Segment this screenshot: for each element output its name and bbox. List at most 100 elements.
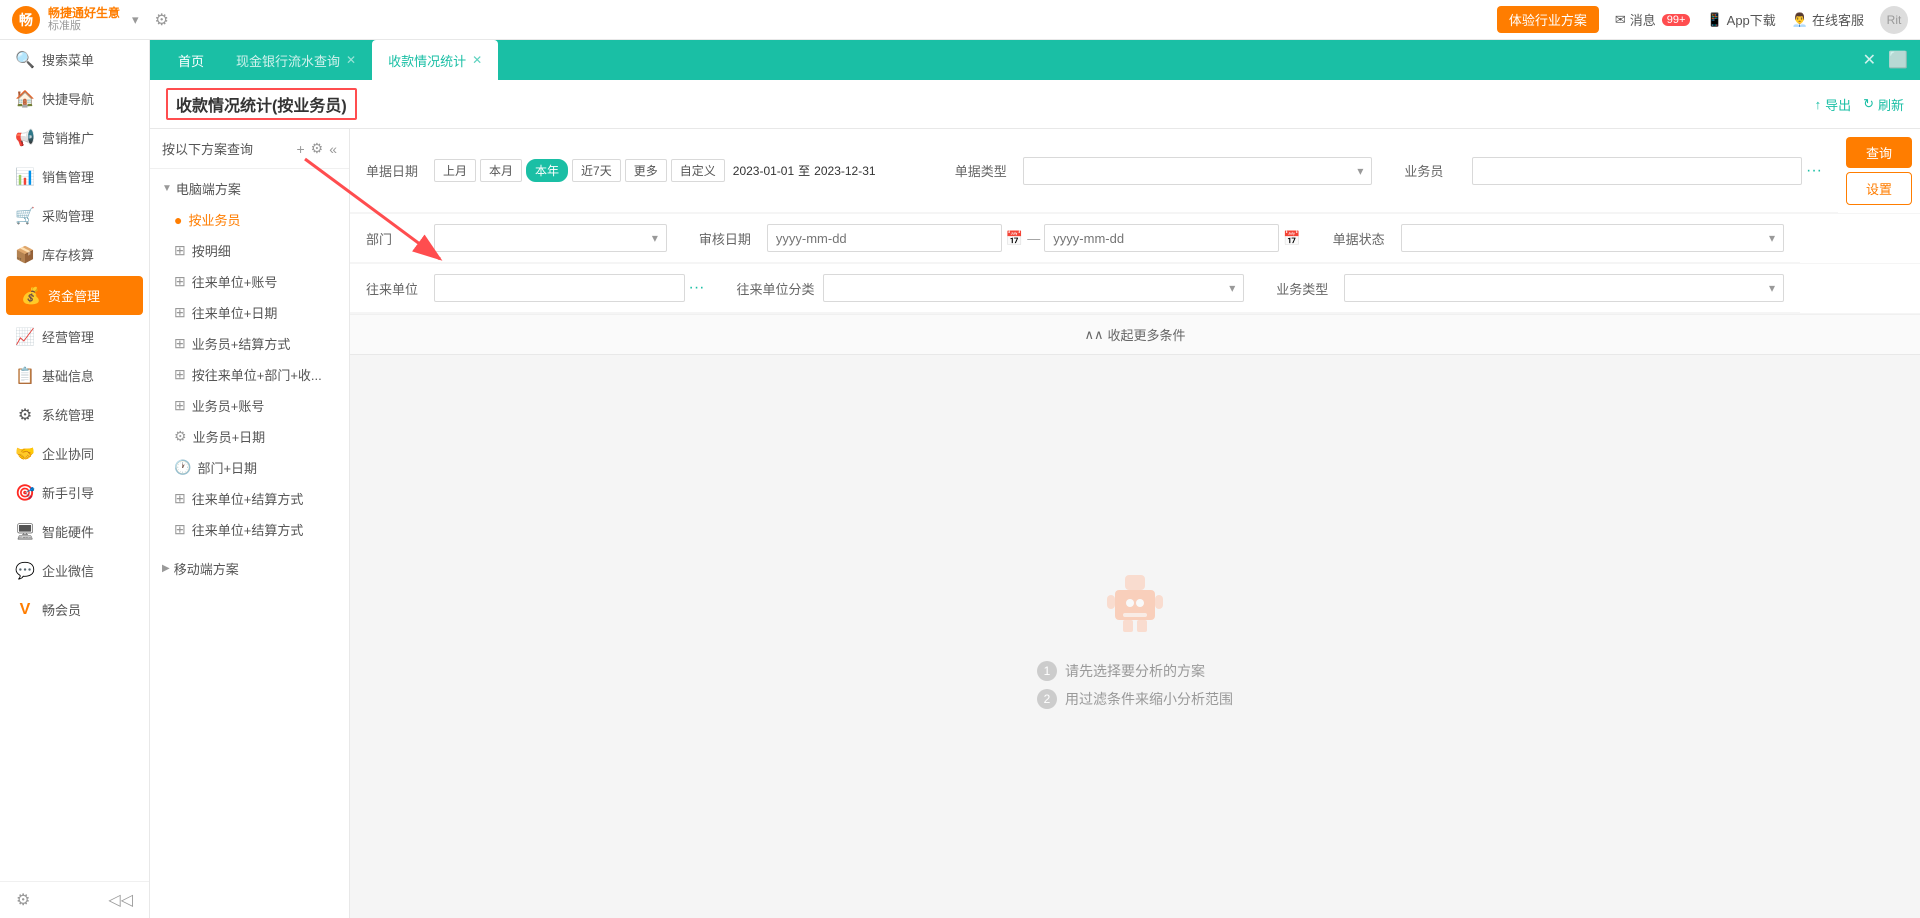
sidebar-item-label: 搜索菜单 bbox=[42, 50, 94, 69]
tab-bank-close[interactable]: ✕ bbox=[346, 53, 356, 67]
sidebar-item-system[interactable]: ⚙ 系统管理 bbox=[0, 395, 149, 434]
refresh-btn[interactable]: ↻ 刷新 bbox=[1863, 95, 1904, 114]
scheme-item-salesman-settle[interactable]: ⊞ 业务员+结算方式 bbox=[150, 328, 349, 359]
calendar-to-icon[interactable]: 📅 bbox=[1283, 230, 1300, 247]
scheme-item-counterpart-settle2[interactable]: ⊞ 往来单位+结算方式 bbox=[150, 514, 349, 545]
filter-doc-status: 单据状态 ▾ bbox=[1317, 214, 1800, 263]
audit-date-from[interactable] bbox=[767, 224, 1002, 252]
sidebar-item-inventory[interactable]: 📦 库存核算 bbox=[0, 235, 149, 274]
scheme-collapse-btn[interactable]: « bbox=[329, 141, 337, 157]
marketing-icon: 📢 bbox=[16, 129, 34, 147]
date-btn-this-year[interactable]: 本年 bbox=[526, 159, 568, 182]
calendar-from-icon[interactable]: 📅 bbox=[1006, 230, 1023, 247]
filter-counterpart: 往来单位 ··· bbox=[350, 264, 721, 313]
date-btn-7days[interactable]: 近7天 bbox=[572, 159, 621, 182]
top-bar: 畅 畅捷通好生意 标准版 ▾ ⚙ 体验行业方案 ✉ 消息 99+ 📱 App下载… bbox=[0, 0, 1920, 40]
scheme-item-label: 按业务员 bbox=[188, 210, 240, 229]
empty-hints: 1 请先选择要分析的方案 2 用过滤条件来缩小分析范围 bbox=[1037, 661, 1233, 709]
hint-text-2: 用过滤条件来缩小分析范围 bbox=[1065, 689, 1233, 709]
message-btn[interactable]: ✉ 消息 99+ bbox=[1615, 10, 1691, 29]
tab-home[interactable]: 首页 bbox=[162, 40, 220, 80]
sidebar-item-quicknav[interactable]: 🏠 快捷导航 bbox=[0, 79, 149, 118]
sidebar-item-guide[interactable]: 🎯 新手引导 bbox=[0, 473, 149, 512]
refresh-label: 刷新 bbox=[1878, 95, 1904, 114]
dropdown-icon[interactable]: ▾ bbox=[132, 12, 139, 28]
sidebar-item-operation[interactable]: 📈 经营管理 bbox=[0, 317, 149, 356]
top-bar-left: 畅 畅捷通好生意 标准版 ▾ ⚙ bbox=[12, 6, 169, 34]
sidebar-item-marketing[interactable]: 📢 营销推广 bbox=[0, 118, 149, 157]
tab-bank-label: 现金银行流水查询 bbox=[236, 51, 340, 70]
hint-text-1: 请先选择要分析的方案 bbox=[1065, 661, 1205, 681]
biz-type-chevron: ▾ bbox=[1769, 281, 1775, 295]
sidebar-item-sales[interactable]: 📊 销售管理 bbox=[0, 157, 149, 196]
counterpart-category-select[interactable]: ▾ bbox=[823, 274, 1245, 302]
scheme-group-label: 电脑端方案 bbox=[176, 179, 241, 198]
sidebar-item-hardware[interactable]: 🖥 智能硬件 bbox=[0, 512, 149, 551]
tab-stats[interactable]: 收款情况统计 ✕ bbox=[372, 40, 498, 80]
trial-btn[interactable]: 体验行业方案 bbox=[1497, 6, 1599, 33]
sidebar-collapse-icon[interactable]: ◁◁ bbox=[108, 890, 133, 910]
audit-date-to[interactable] bbox=[1044, 224, 1279, 252]
download-btn[interactable]: 📱 App下载 bbox=[1706, 10, 1775, 29]
scheme-item-salesman-acct[interactable]: ⊞ 业务员+账号 bbox=[150, 390, 349, 421]
page-actions: ↑ 导出 ↻ 刷新 bbox=[1815, 95, 1904, 114]
dept-chevron: ▾ bbox=[652, 231, 658, 245]
scheme-group-header-mobile[interactable]: ▶ 移动端方案 bbox=[150, 553, 349, 584]
scheme-item-counterpart-date[interactable]: ⊞ 往来单位+日期 bbox=[150, 297, 349, 328]
sidebar-item-label: 企业微信 bbox=[42, 561, 94, 580]
scheme-item-counterpart-acct[interactable]: ⊞ 往来单位+账号 bbox=[150, 266, 349, 297]
scheme-add-btn[interactable]: + bbox=[296, 141, 304, 157]
dept-select[interactable]: ▾ bbox=[434, 224, 667, 252]
filter-row-2-spacer bbox=[1800, 214, 1920, 263]
query-btn[interactable]: 查询 bbox=[1846, 137, 1912, 168]
salesman-label: 业务员 bbox=[1404, 161, 1464, 180]
biz-type-select[interactable]: ▾ bbox=[1344, 274, 1784, 302]
filter-counterpart-category: 往来单位分类 ▾ bbox=[721, 264, 1261, 313]
tab-bank[interactable]: 现金银行流水查询 ✕ bbox=[220, 40, 372, 80]
doc-type-select[interactable]: ▾ bbox=[1023, 157, 1373, 185]
sidebar-bottom-settings-icon[interactable]: ⚙ bbox=[16, 890, 30, 910]
scheme-item-detail[interactable]: ⊞ 按明细 bbox=[150, 235, 349, 266]
date-btn-custom[interactable]: 自定义 bbox=[671, 159, 725, 182]
user-avatar[interactable]: Rit bbox=[1880, 6, 1908, 34]
date-btn-more[interactable]: 更多 bbox=[625, 159, 667, 182]
sidebar-item-basic[interactable]: 📋 基础信息 bbox=[0, 356, 149, 395]
scheme-settings-btn[interactable]: ⚙ bbox=[311, 140, 324, 157]
collapse-bar[interactable]: ∧∧ 收起更多条件 bbox=[350, 314, 1920, 354]
scheme-item-counterpart-settle1[interactable]: ⊞ 往来单位+结算方式 bbox=[150, 483, 349, 514]
counterpart-category-chevron: ▾ bbox=[1229, 281, 1235, 295]
scheme-item-salesman[interactable]: ● 按业务员 bbox=[150, 204, 349, 235]
sidebar-item-search[interactable]: 🔍 搜索菜单 bbox=[0, 40, 149, 79]
sidebar-item-wechat[interactable]: 💬 企业微信 bbox=[0, 551, 149, 590]
salesman-more-btn[interactable]: ··· bbox=[1806, 162, 1822, 180]
date-btn-this-month[interactable]: 本月 bbox=[480, 159, 522, 182]
scheme-item-salesman-date[interactable]: ⚙ 业务员+日期 bbox=[150, 421, 349, 452]
sidebar-item-member[interactable]: V 畅会员 bbox=[0, 590, 149, 629]
export-btn[interactable]: ↑ 导出 bbox=[1815, 95, 1852, 114]
counterpart-label: 往来单位 bbox=[366, 279, 426, 298]
finance-icon: 💰 bbox=[22, 287, 40, 305]
sidebar-item-enterprise[interactable]: 🤝 企业协同 bbox=[0, 434, 149, 473]
scheme-group-header-pc[interactable]: ▼ 电脑端方案 bbox=[150, 173, 349, 204]
sidebar-item-label: 基础信息 bbox=[42, 366, 94, 385]
settings-icon[interactable]: ⚙ bbox=[155, 10, 169, 30]
doc-status-select[interactable]: ▾ bbox=[1401, 224, 1784, 252]
tab-stats-close[interactable]: ✕ bbox=[472, 53, 482, 67]
settings-btn[interactable]: 设置 bbox=[1846, 172, 1912, 205]
sidebar-item-purchase[interactable]: 🛒 采购管理 bbox=[0, 196, 149, 235]
close-window-icon[interactable]: ✕ bbox=[1863, 50, 1876, 70]
scheme-item-icon: ⊞ bbox=[174, 335, 186, 352]
filter-date: 单据日期 上月 本月 本年 近7天 更多 自定义 2023-01-01 bbox=[350, 129, 939, 213]
message-label: 消息 bbox=[1630, 10, 1656, 29]
sidebar-item-finance[interactable]: 💰 资金管理 bbox=[6, 276, 143, 315]
scheme-item-counterpart-dept[interactable]: ⊞ 按往来单位+部门+收... bbox=[150, 359, 349, 390]
salesman-select[interactable] bbox=[1472, 157, 1802, 185]
service-btn[interactable]: 👨‍💼 在线客服 bbox=[1792, 10, 1864, 29]
counterpart-more-btn[interactable]: ··· bbox=[689, 279, 705, 297]
scheme-item-dept-date[interactable]: 🕐 部门+日期 bbox=[150, 452, 349, 483]
counterpart-input[interactable] bbox=[434, 274, 685, 302]
date-btn-last-month[interactable]: 上月 bbox=[434, 159, 476, 182]
date-control: 上月 本月 本年 近7天 更多 自定义 2023-01-01 至 bbox=[434, 159, 923, 182]
sidebar-item-label: 库存核算 bbox=[42, 245, 94, 264]
maximize-window-icon[interactable]: ⬜ bbox=[1888, 50, 1908, 70]
